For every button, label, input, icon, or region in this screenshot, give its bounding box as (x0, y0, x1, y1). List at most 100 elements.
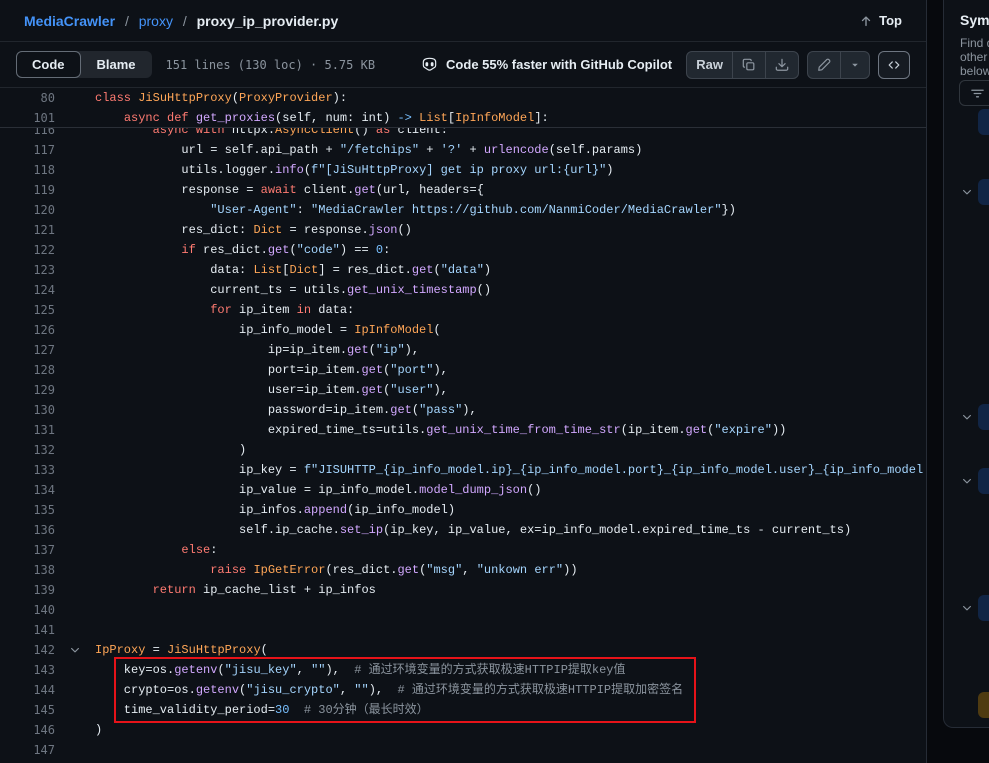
chevron-down-icon[interactable] (960, 475, 974, 487)
line-number[interactable]: 128 (0, 360, 55, 380)
symbols-panel-title: Symbols (960, 12, 989, 28)
line-number[interactable]: 130 (0, 400, 55, 420)
line-number[interactable]: 116 (0, 128, 55, 140)
line-number[interactable]: 142 (0, 640, 55, 660)
toolbar-actions: Raw (686, 51, 910, 79)
back-to-top-label: Top (879, 13, 902, 28)
breadcrumb-separator: / (183, 13, 187, 29)
symbols-filter-input[interactable] (959, 80, 989, 106)
line-number[interactable]: 125 (0, 300, 55, 320)
line-number[interactable]: 134 (0, 480, 55, 500)
symbol-pill[interactable] (978, 179, 989, 205)
gutter (55, 380, 95, 400)
code-line: 134 ip_value = ip_info_model.model_dump_… (0, 480, 926, 500)
line-number[interactable]: 131 (0, 420, 55, 440)
code-text: password=ip_item.get("pass"), (95, 400, 926, 420)
line-number[interactable]: 80 (0, 88, 55, 108)
edit-dropdown-button[interactable] (840, 52, 869, 78)
symbol-list-item[interactable] (944, 404, 989, 430)
line-number[interactable]: 117 (0, 140, 55, 160)
gutter (55, 460, 95, 480)
line-number[interactable]: 120 (0, 200, 55, 220)
code-text: ) (95, 440, 926, 460)
code-area: 80class JiSuHttpProxy(ProxyProvider):101… (0, 88, 926, 760)
symbol-pill[interactable] (978, 109, 989, 135)
line-number[interactable]: 119 (0, 180, 55, 200)
line-number[interactable]: 145 (0, 700, 55, 720)
code-line: 135 ip_infos.append(ip_info_model) (0, 500, 926, 520)
code-view-card: MediaCrawler / proxy / proxy_ip_provider… (0, 0, 927, 763)
code-line: 121 res_dict: Dict = response.json() (0, 220, 926, 240)
line-number[interactable]: 101 (0, 108, 55, 128)
line-number[interactable]: 122 (0, 240, 55, 260)
code-line: 127 ip=ip_item.get("ip"), (0, 340, 926, 360)
code-text (95, 600, 926, 620)
tab-blame[interactable]: Blame (81, 51, 152, 78)
line-number[interactable]: 139 (0, 580, 55, 600)
copy-button[interactable] (732, 52, 765, 78)
line-number[interactable]: 137 (0, 540, 55, 560)
line-number[interactable]: 132 (0, 440, 55, 460)
code-line: 117 url = self.api_path + "/fetchips" + … (0, 140, 926, 160)
symbol-list-item[interactable] (944, 179, 989, 205)
line-number[interactable]: 146 (0, 720, 55, 740)
code-line: 137 else: (0, 540, 926, 560)
back-to-top-button[interactable]: Top (853, 12, 908, 29)
line-number[interactable]: 138 (0, 560, 55, 580)
line-number[interactable]: 147 (0, 740, 55, 760)
line-number[interactable]: 123 (0, 260, 55, 280)
code-line: 144 crypto=os.getenv("jisu_crypto", ""),… (0, 680, 926, 700)
code-symbols-icon (887, 58, 901, 72)
symbol-list-item[interactable] (944, 595, 989, 621)
gutter (55, 400, 95, 420)
symbol-pill[interactable] (978, 692, 989, 718)
pencil-icon (817, 58, 831, 72)
gutter (55, 88, 95, 108)
chevron-down-icon[interactable] (960, 602, 974, 614)
line-number[interactable]: 144 (0, 680, 55, 700)
breadcrumb-folder-link[interactable]: proxy (139, 13, 173, 29)
line-number[interactable]: 124 (0, 280, 55, 300)
raw-button[interactable]: Raw (687, 52, 732, 78)
line-number[interactable]: 135 (0, 500, 55, 520)
symbol-list-item[interactable] (944, 692, 989, 718)
line-number[interactable]: 136 (0, 520, 55, 540)
line-number[interactable]: 133 (0, 460, 55, 480)
symbol-pill[interactable] (978, 468, 989, 494)
code-text: response = await client.get(url, headers… (95, 180, 926, 200)
line-number[interactable]: 121 (0, 220, 55, 240)
line-number[interactable]: 129 (0, 380, 55, 400)
chevron-down-icon[interactable] (960, 411, 974, 423)
code-line: 118 utils.logger.info(f"[JiSuHttpProxy] … (0, 160, 926, 180)
gutter (55, 620, 95, 640)
gutter (55, 740, 95, 760)
line-number[interactable]: 126 (0, 320, 55, 340)
download-button[interactable] (765, 52, 798, 78)
symbol-pill[interactable] (978, 595, 989, 621)
line-number[interactable]: 141 (0, 620, 55, 640)
breadcrumb-repo-link[interactable]: MediaCrawler (24, 13, 115, 29)
symbols-panel-toggle[interactable] (878, 51, 910, 79)
symbol-list-item[interactable] (944, 468, 989, 494)
line-number[interactable]: 118 (0, 160, 55, 180)
collapse-chevron-icon[interactable] (55, 640, 95, 660)
code-line: 129 user=ip_item.get("user"), (0, 380, 926, 400)
symbol-list-item[interactable] (944, 109, 989, 135)
chevron-down-icon[interactable] (960, 186, 974, 198)
gutter (55, 340, 95, 360)
code-text: for ip_item in data: (95, 300, 926, 320)
code-text: ip_key = f"JISUHTTP_{ip_info_model.ip}_{… (95, 460, 926, 480)
line-number[interactable]: 140 (0, 600, 55, 620)
gutter (55, 720, 95, 740)
tab-code[interactable]: Code (16, 51, 81, 78)
code-text: key=os.getenv("jisu_key", ""), # 通过环境变量的… (95, 660, 926, 680)
code-line: 119 response = await client.get(url, hea… (0, 180, 926, 200)
line-number[interactable]: 127 (0, 340, 55, 360)
code-text: self.ip_cache.set_ip(ip_key, ip_value, e… (95, 520, 926, 540)
file-toolbar: Code Blame 151 lines (130 loc) · 5.75 KB… (0, 42, 926, 88)
symbol-pill[interactable] (978, 404, 989, 430)
edit-button[interactable] (808, 52, 840, 78)
code-line: 128 port=ip_item.get("port"), (0, 360, 926, 380)
copilot-icon (421, 56, 438, 73)
line-number[interactable]: 143 (0, 660, 55, 680)
